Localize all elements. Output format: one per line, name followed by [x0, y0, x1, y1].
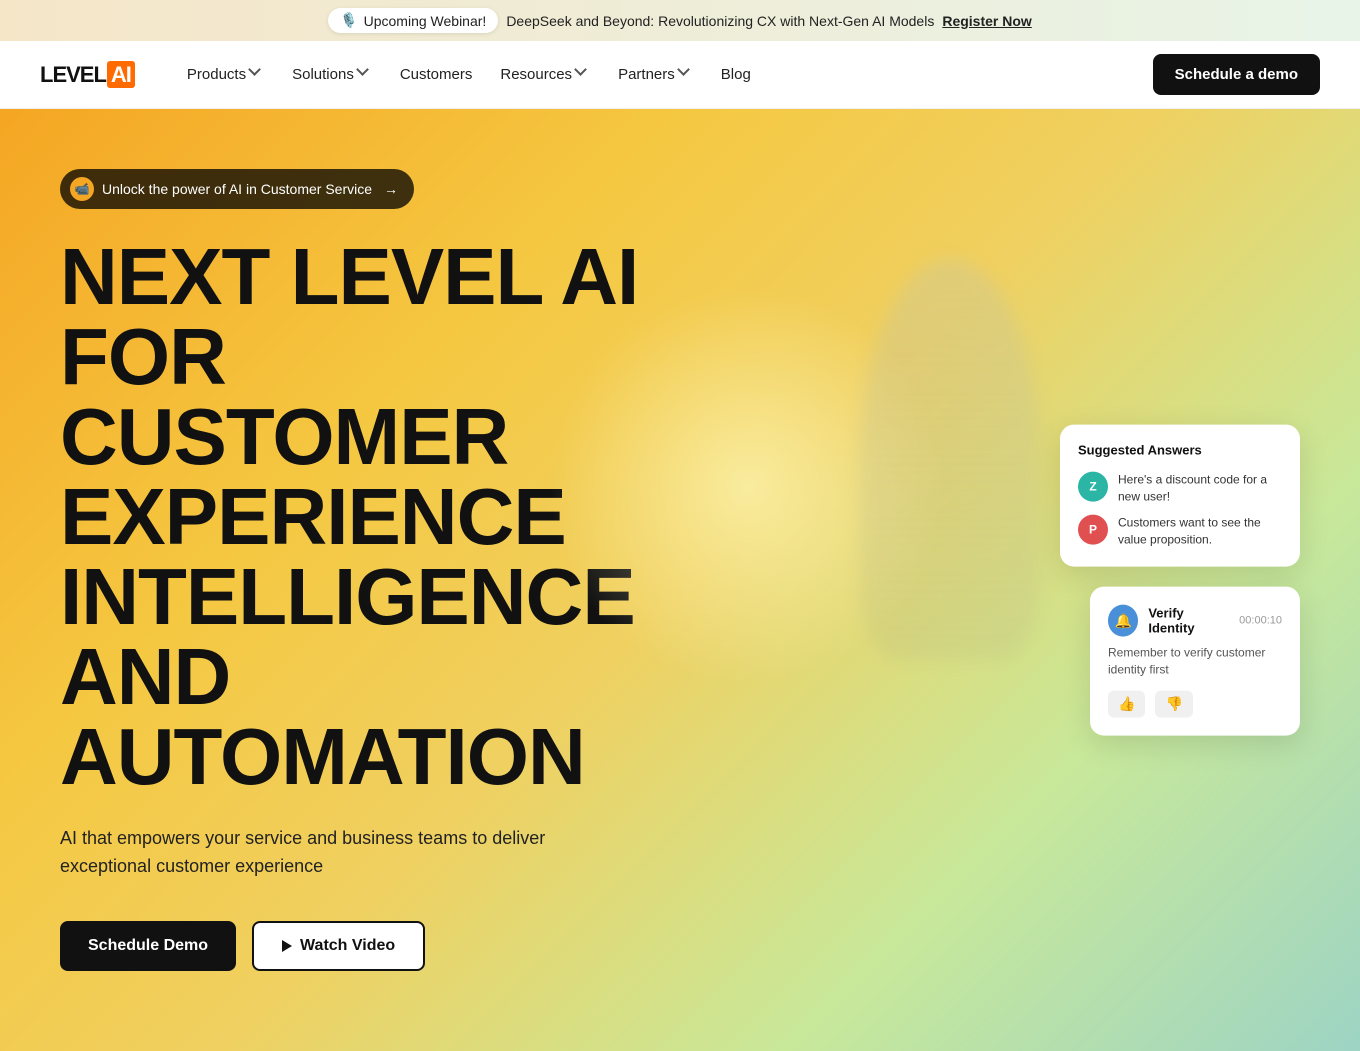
watch-video-button[interactable]: Watch Video: [252, 921, 425, 971]
verify-left: 🔔 Verify Identity: [1108, 605, 1229, 637]
hero-headline: NEXT LEVEL AI FOR CUSTOMER EXPERIENCE IN…: [60, 237, 780, 797]
suggestion-text-1: Here's a discount code for a new user!: [1118, 472, 1282, 506]
avatar-p: P: [1078, 515, 1108, 545]
watch-video-label: Watch Video: [300, 937, 395, 955]
nav-partners[interactable]: Partners: [606, 58, 705, 91]
nav-products[interactable]: Products: [175, 58, 276, 91]
chevron-down-icon: [679, 68, 693, 82]
hero-pill-banner[interactable]: 📹 Unlock the power of AI in Customer Ser…: [60, 169, 414, 209]
hero-figure: [860, 259, 1040, 659]
thumbs-up-button[interactable]: 👍: [1108, 690, 1145, 717]
nav-solutions-label: Solutions: [292, 66, 354, 83]
suggested-answers-title: Suggested Answers: [1078, 443, 1282, 458]
suggestion-item-1: Z Here's a discount code for a new user!: [1078, 472, 1282, 506]
pill-arrow-icon: →: [384, 181, 398, 197]
chevron-down-icon: [358, 68, 372, 82]
nav-solutions[interactable]: Solutions: [280, 58, 384, 91]
suggestion-item-2: P Customers want to see the value propos…: [1078, 515, 1282, 549]
headline-line1: NEXT LEVEL AI FOR: [60, 232, 638, 401]
verify-desc: Remember to verify customer identity fir…: [1108, 645, 1282, 679]
verify-header: 🔔 Verify Identity 00:00:10: [1108, 605, 1282, 637]
pill-video-icon: 📹: [70, 177, 94, 201]
nav-links: Products Solutions Customers Resources P…: [175, 58, 1153, 91]
hero-buttons: Schedule Demo Watch Video: [60, 921, 1300, 971]
suggested-answers-card: Suggested Answers Z Here's a discount co…: [1060, 425, 1300, 567]
nav-resources[interactable]: Resources: [488, 58, 602, 91]
hero-subtext: AI that empowers your service and busine…: [60, 825, 620, 881]
nav-resources-label: Resources: [500, 66, 572, 83]
verify-bell-icon: 🔔: [1108, 605, 1138, 637]
verify-title: Verify Identity: [1148, 606, 1229, 636]
logo[interactable]: LEVELAI: [40, 62, 135, 88]
navbar: LEVELAI Products Solutions Customers Res…: [0, 41, 1360, 109]
logo-highlight: AI: [107, 61, 135, 88]
headline-line2: CUSTOMER EXPERIENCE: [60, 392, 566, 561]
webinar-label: Upcoming Webinar!: [364, 13, 487, 29]
schedule-demo-button[interactable]: Schedule Demo: [60, 921, 236, 971]
nav-blog[interactable]: Blog: [709, 58, 763, 91]
logo-text: LEVELAI: [40, 62, 135, 88]
nav-blog-label: Blog: [721, 66, 751, 83]
thumbs-down-button[interactable]: 👎: [1155, 690, 1192, 717]
hero-section: 📹 Unlock the power of AI in Customer Ser…: [0, 109, 1360, 1051]
pill-text: Unlock the power of AI in Customer Servi…: [102, 181, 372, 197]
suggestion-text-2: Customers want to see the value proposit…: [1118, 515, 1282, 549]
chevron-down-icon: [576, 68, 590, 82]
verify-time: 00:00:10: [1239, 615, 1282, 627]
avatar-z: Z: [1078, 472, 1108, 502]
schedule-demo-nav-button[interactable]: Schedule a demo: [1153, 54, 1320, 95]
play-icon: [282, 940, 292, 952]
webinar-icon: 🎙️: [340, 12, 357, 29]
verify-actions: 👍 👎: [1108, 690, 1282, 717]
register-link[interactable]: Register Now: [942, 13, 1031, 29]
nav-products-label: Products: [187, 66, 246, 83]
verify-identity-card: 🔔 Verify Identity 00:00:10 Remember to v…: [1090, 587, 1300, 736]
nav-partners-label: Partners: [618, 66, 675, 83]
hero-cards: Suggested Answers Z Here's a discount co…: [1060, 425, 1300, 736]
webinar-badge: 🎙️ Upcoming Webinar!: [328, 8, 498, 33]
headline-line3: INTELLIGENCE AND: [60, 552, 635, 721]
announcement-bar: 🎙️ Upcoming Webinar! DeepSeek and Beyond…: [0, 0, 1360, 41]
headline-line4: AUTOMATION: [60, 712, 585, 801]
announcement-message: DeepSeek and Beyond: Revolutionizing CX …: [506, 13, 934, 29]
nav-customers-label: Customers: [400, 66, 473, 83]
nav-customers[interactable]: Customers: [388, 58, 485, 91]
chevron-down-icon: [250, 68, 264, 82]
